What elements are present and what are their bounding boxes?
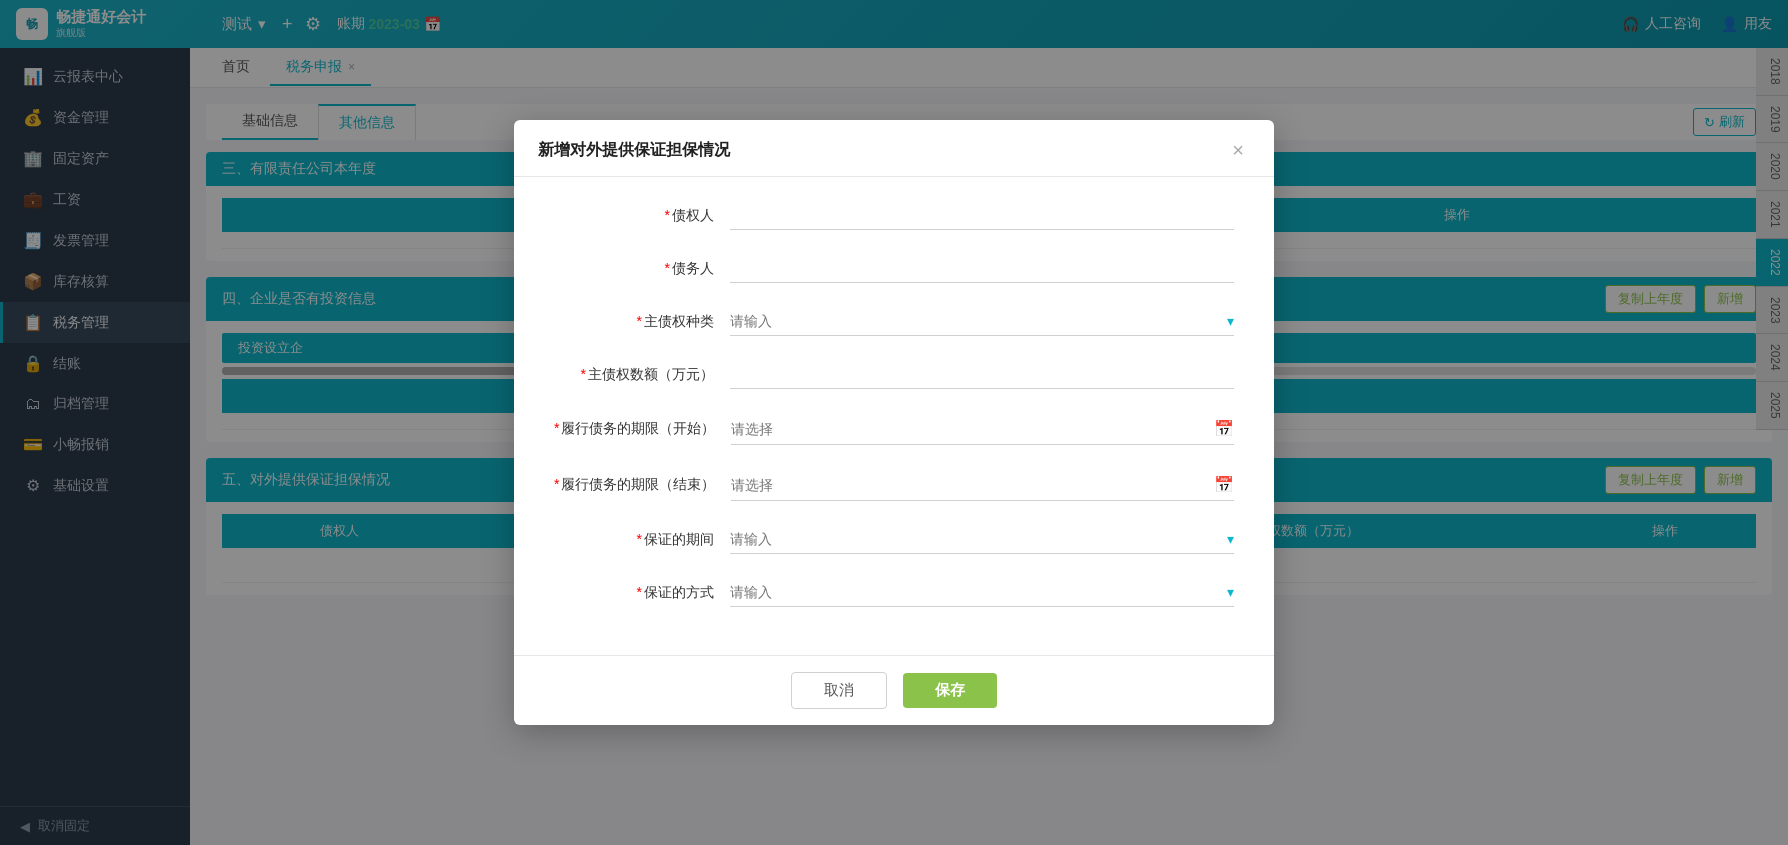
date-period-start-input[interactable]: [731, 421, 1214, 437]
label-guarantee-period: *保证的期间: [554, 531, 714, 549]
form-row-debt-amount: *主债权数额（万元）: [554, 360, 1234, 389]
form-row-period-end: *履行债务的期限（结束） 📅: [554, 469, 1234, 501]
calendar-icon-end: 📅: [1214, 475, 1234, 494]
input-debt-amount[interactable]: [730, 360, 1234, 389]
input-debtor[interactable]: [730, 254, 1234, 283]
form-row-creditor: *债权人: [554, 201, 1234, 230]
label-debtor: *债务人: [554, 260, 714, 278]
select-debt-type[interactable]: ▾: [730, 307, 1234, 336]
dropdown-arrow-guarantee-period: ▾: [1227, 531, 1234, 547]
modal-dialog: 新增对外提供保证担保情况 × *债权人 *债务人 *主债权种类: [514, 120, 1274, 725]
dropdown-arrow-debt-type: ▾: [1227, 313, 1234, 329]
calendar-icon-start: 📅: [1214, 419, 1234, 438]
modal-overlay[interactable]: 新增对外提供保证担保情况 × *债权人 *债务人 *主债权种类: [0, 0, 1788, 845]
date-period-end[interactable]: 📅: [731, 469, 1234, 501]
label-period-end: *履行债务的期限（结束）: [554, 476, 715, 494]
date-period-end-input[interactable]: [731, 477, 1214, 493]
modal-title: 新增对外提供保证担保情况: [538, 140, 730, 161]
label-guarantee-method: *保证的方式: [554, 584, 714, 602]
select-guarantee-period-input[interactable]: [730, 531, 1227, 547]
label-debt-amount: *主债权数额（万元）: [554, 366, 714, 384]
save-button[interactable]: 保存: [903, 673, 997, 708]
dropdown-arrow-guarantee-method: ▾: [1227, 584, 1234, 600]
form-row-debt-type: *主债权种类 ▾: [554, 307, 1234, 336]
label-creditor: *债权人: [554, 207, 714, 225]
modal-footer: 取消 保存: [514, 655, 1274, 725]
input-creditor[interactable]: [730, 201, 1234, 230]
select-debt-type-input[interactable]: [730, 313, 1227, 329]
select-guarantee-method[interactable]: ▾: [730, 578, 1234, 607]
cancel-button[interactable]: 取消: [791, 672, 887, 709]
select-guarantee-method-input[interactable]: [730, 584, 1227, 600]
form-row-guarantee-method: *保证的方式 ▾: [554, 578, 1234, 607]
modal-body: *债权人 *债务人 *主债权种类 ▾: [514, 177, 1274, 655]
form-row-period-start: *履行债务的期限（开始） 📅: [554, 413, 1234, 445]
label-period-start: *履行债务的期限（开始）: [554, 420, 715, 438]
modal-header: 新增对外提供保证担保情况 ×: [514, 120, 1274, 177]
label-debt-type: *主债权种类: [554, 313, 714, 331]
form-row-debtor: *债务人: [554, 254, 1234, 283]
select-guarantee-period[interactable]: ▾: [730, 525, 1234, 554]
modal-close-button[interactable]: ×: [1226, 138, 1250, 162]
date-period-start[interactable]: 📅: [731, 413, 1234, 445]
form-row-guarantee-period: *保证的期间 ▾: [554, 525, 1234, 554]
